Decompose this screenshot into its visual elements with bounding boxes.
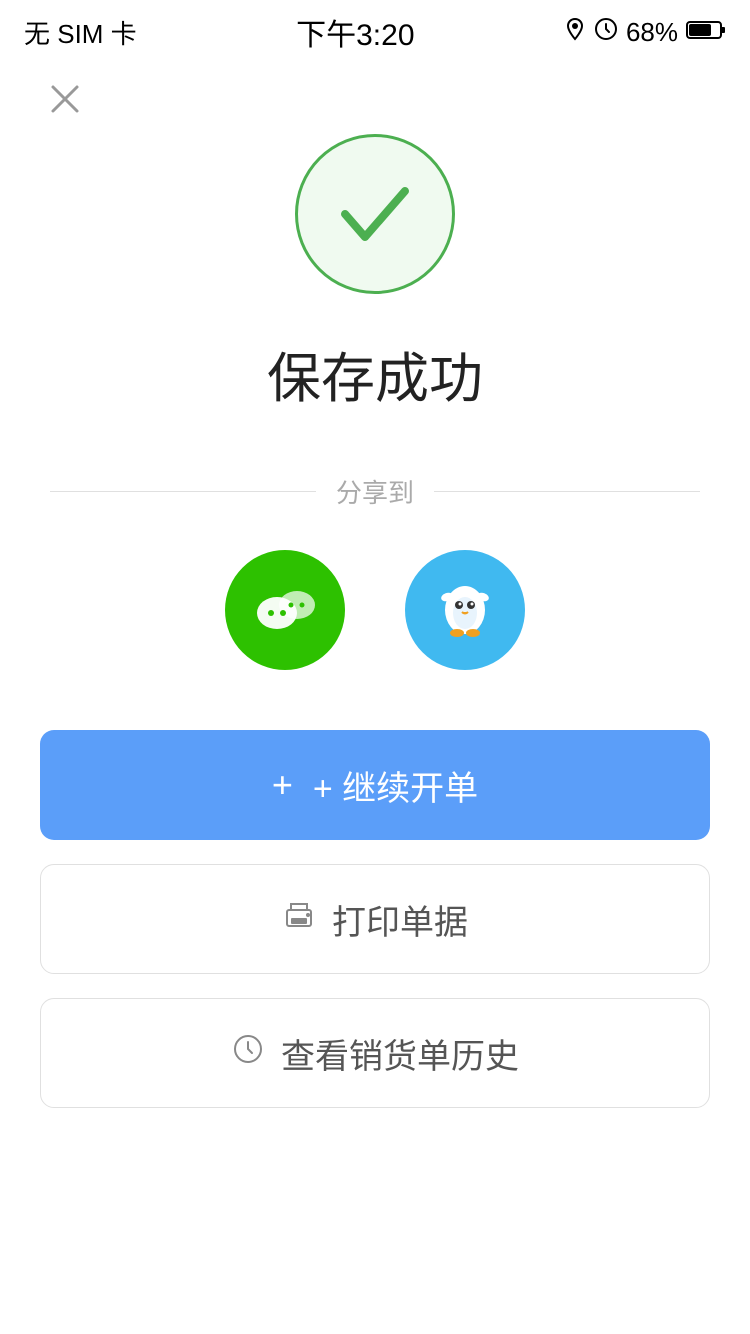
- sim-status: 无 SIM 卡: [24, 14, 137, 51]
- status-time: 下午3:20: [296, 10, 414, 54]
- share-section: 分享到: [0, 473, 750, 670]
- share-label: 分享到: [316, 473, 434, 510]
- qq-share-button[interactable]: [405, 550, 525, 670]
- success-title: 保存成功: [267, 334, 483, 413]
- history-icon: [231, 1032, 265, 1075]
- status-bar: 无 SIM 卡 下午3:20 68%: [0, 0, 750, 64]
- print-label: 打印单据: [332, 895, 468, 944]
- continue-icon: +: [272, 764, 293, 806]
- continue-button[interactable]: + + 继续开单: [40, 730, 710, 840]
- action-buttons: + + 继续开单 打印单据 查看销货单历史: [0, 670, 750, 1108]
- status-left: 无 SIM 卡: [24, 14, 147, 51]
- wechat-share-button[interactable]: [225, 550, 345, 670]
- print-button[interactable]: 打印单据: [40, 864, 710, 974]
- status-right: 68%: [564, 17, 726, 48]
- share-icons: [225, 550, 525, 670]
- battery-percent: 68%: [626, 17, 678, 48]
- clock-icon: [594, 17, 618, 48]
- main-content: 保存成功 分享到: [0, 64, 750, 1108]
- continue-label: + 继续开单: [313, 761, 478, 810]
- location-icon: [564, 17, 586, 48]
- close-button[interactable]: [40, 74, 90, 124]
- print-icon: [282, 898, 316, 941]
- battery-icon: [686, 17, 726, 48]
- success-icon-circle: [295, 134, 455, 294]
- share-divider: 分享到: [0, 473, 750, 510]
- history-label: 查看销货单历史: [281, 1029, 519, 1078]
- history-button[interactable]: 查看销货单历史: [40, 998, 710, 1108]
